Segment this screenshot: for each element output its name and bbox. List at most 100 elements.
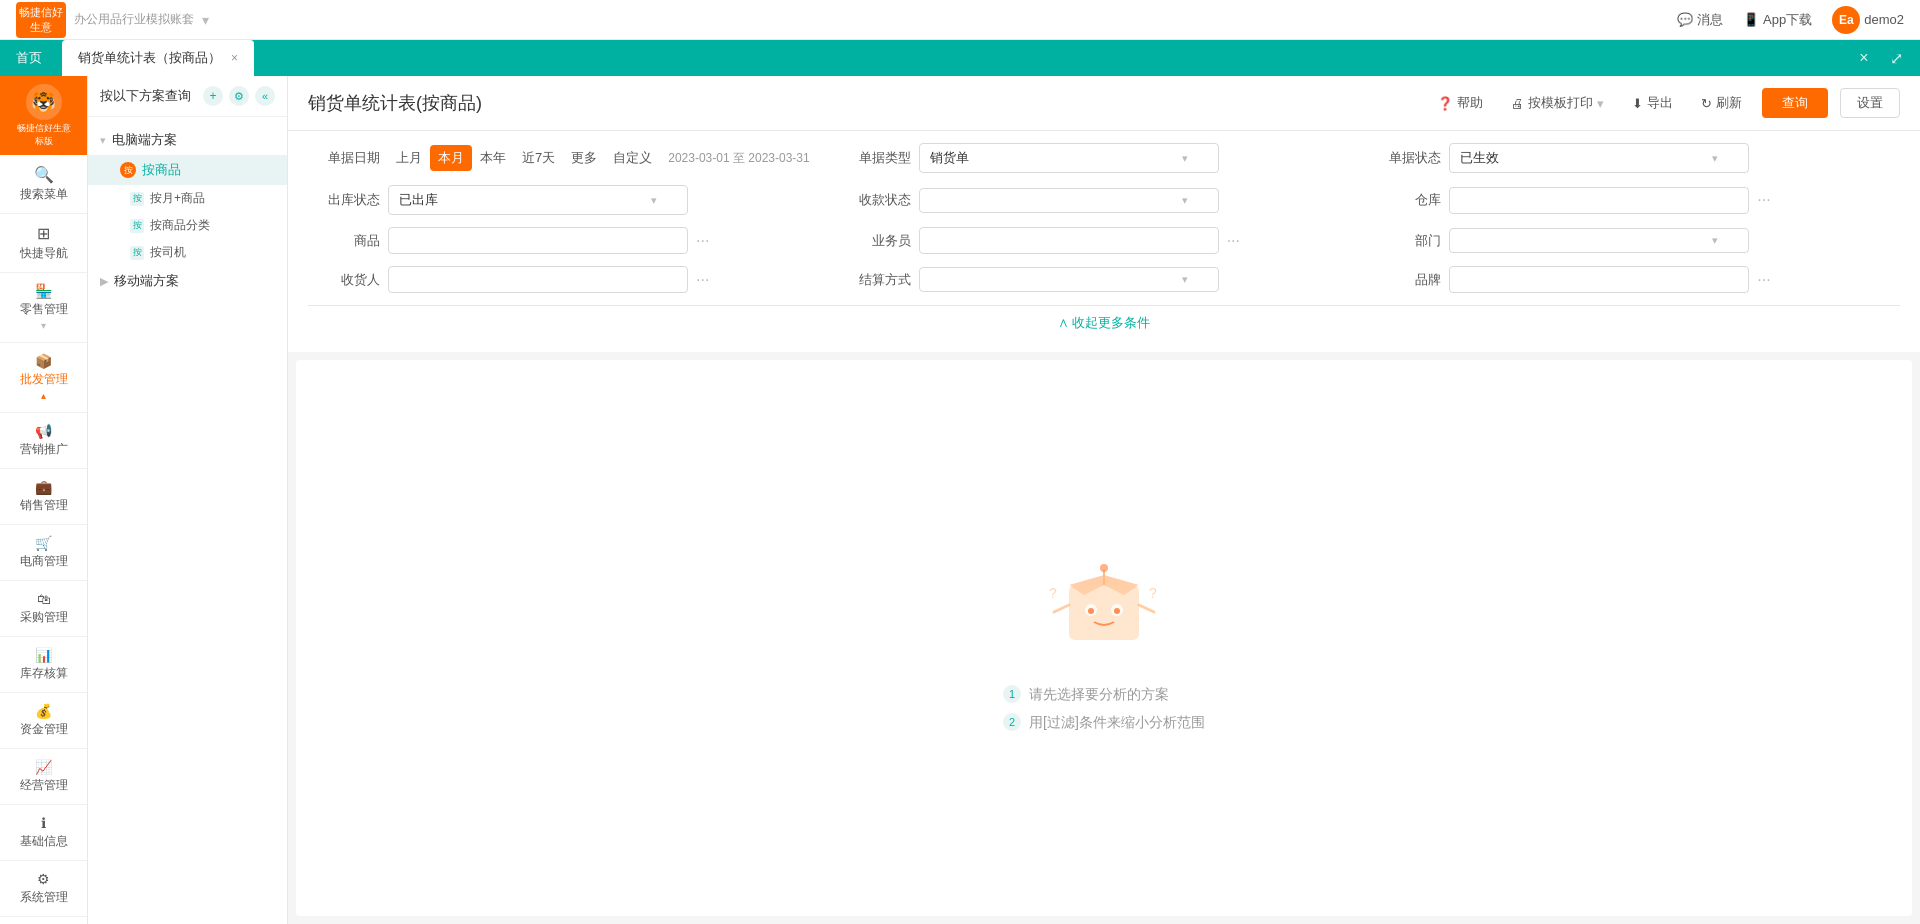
export-icon: ⬇ bbox=[1632, 96, 1643, 111]
user-menu[interactable]: Ea demo2 bbox=[1832, 6, 1904, 34]
avatar: Ea bbox=[1832, 6, 1860, 34]
add-scheme-btn[interactable]: + bbox=[203, 86, 223, 106]
sidebar: 🐯 畅捷信好生意 标版 🔍 搜索菜单 ⊞ 快捷导航 🏪 零售管理 ▾ 📦 批发管… bbox=[0, 76, 88, 924]
retail-icon: 🏪 bbox=[4, 283, 83, 299]
scheme-group-mobile[interactable]: ▶ 移动端方案 bbox=[88, 266, 287, 296]
sidebar-wholesale-label: 批发管理 bbox=[4, 371, 83, 388]
out-status-select[interactable]: 已出库 ▾ bbox=[388, 185, 688, 215]
date-range-display: 2023-03-01 至 2023-03-31 bbox=[668, 150, 809, 167]
tab-home-label: 首页 bbox=[16, 49, 42, 67]
sidebar-item-system[interactable]: ⚙ 系统管理 bbox=[0, 861, 87, 917]
tab-expand[interactable]: ⤢ bbox=[1884, 46, 1908, 70]
preset-this-month[interactable]: 本月 bbox=[430, 145, 472, 171]
scheme-item-label: 按商品 bbox=[142, 161, 181, 179]
tab-report[interactable]: 销货单统计表（按商品） × bbox=[62, 40, 254, 76]
sidebar-management-label: 经营管理 bbox=[4, 777, 83, 794]
logo-emoji: 🐯 bbox=[31, 90, 56, 114]
doc-status-select[interactable]: 已生效 ▾ bbox=[1449, 143, 1749, 173]
query-btn[interactable]: 查询 bbox=[1762, 88, 1828, 118]
preset-this-year[interactable]: 本年 bbox=[472, 145, 514, 171]
recipient-label: 收货人 bbox=[308, 271, 388, 289]
sidebar-item-management[interactable]: 📈 经营管理 bbox=[0, 749, 87, 805]
product-dots[interactable]: ··· bbox=[688, 232, 717, 250]
message-label: 消息 bbox=[1697, 11, 1723, 29]
active-scheme-icon: 按 bbox=[120, 162, 136, 178]
product-label: 商品 bbox=[308, 232, 388, 250]
sidebar-finance-label: 资金管理 bbox=[4, 721, 83, 738]
tab-close-icon[interactable]: × bbox=[231, 51, 238, 65]
preset-7days[interactable]: 近7天 bbox=[514, 145, 563, 171]
scheme-item-driver[interactable]: 按 按司机 bbox=[88, 239, 287, 266]
sidebar-item-marketing[interactable]: 📢 营销推广 bbox=[0, 413, 87, 469]
department-select[interactable]: ▾ bbox=[1449, 228, 1749, 253]
refresh-btn[interactable]: ↻ 刷新 bbox=[1693, 90, 1750, 116]
help-btn[interactable]: ❓ 帮助 bbox=[1429, 90, 1491, 116]
scheme-item-by-product[interactable]: 按 按商品 bbox=[88, 155, 287, 185]
salesperson-input[interactable] bbox=[919, 227, 1219, 254]
empty-tip-1-text: 请先选择要分析的方案 bbox=[1029, 680, 1169, 708]
collapse-filter-btn[interactable]: ∧ 收起更多条件 bbox=[308, 305, 1900, 340]
scheme-group-pc[interactable]: ▾ 电脑端方案 bbox=[88, 125, 287, 155]
svg-text:?: ? bbox=[1149, 585, 1157, 601]
tab-home[interactable]: 首页 bbox=[0, 40, 58, 76]
recipient-input[interactable] bbox=[388, 266, 688, 293]
basicinfo-icon: ℹ bbox=[4, 815, 83, 831]
filter-area: 单据日期 上月 本月 本年 近7天 更多 自定义 2023-03-01 至 20… bbox=[288, 131, 1920, 352]
header-left: 畅捷信好生意 办公用品行业模拟账套 ▾ bbox=[16, 2, 209, 38]
salesperson-control: ··· bbox=[919, 227, 1370, 254]
download-btn[interactable]: 📱 App下载 bbox=[1743, 11, 1812, 29]
mobile-group-expand-icon: ▶ bbox=[100, 275, 108, 288]
sidebar-item-retail[interactable]: 🏪 零售管理 ▾ bbox=[0, 273, 87, 343]
wholesale-icon: 📦 bbox=[4, 353, 83, 369]
settings-scheme-btn[interactable]: ⚙ bbox=[229, 86, 249, 106]
preset-last-month[interactable]: 上月 bbox=[388, 145, 430, 171]
scheme-sub-label-2: 按商品分类 bbox=[150, 217, 210, 234]
out-status-label: 出库状态 bbox=[308, 191, 388, 209]
product-input[interactable] bbox=[388, 227, 688, 254]
export-label: 导出 bbox=[1647, 94, 1673, 112]
sidebar-item-wholesale[interactable]: 📦 批发管理 ▴ bbox=[0, 343, 87, 413]
recipient-dots[interactable]: ··· bbox=[688, 271, 717, 289]
brand-dots[interactable]: ··· bbox=[1749, 271, 1778, 289]
payment-method-control: ▾ bbox=[919, 267, 1370, 292]
tab-close-all[interactable]: × bbox=[1852, 46, 1876, 70]
salesperson-dots[interactable]: ··· bbox=[1219, 232, 1248, 250]
preset-more[interactable]: 更多 bbox=[563, 145, 605, 171]
sidebar-item-inventory[interactable]: 📊 库存核算 bbox=[0, 637, 87, 693]
scheme-item-month-product[interactable]: 按 按月+商品 bbox=[88, 185, 287, 212]
payment-method-label: 结算方式 bbox=[839, 271, 919, 289]
sidebar-item-collab[interactable]: 🤝 企业协同 bbox=[0, 917, 87, 924]
warehouse-label: 仓库 bbox=[1369, 191, 1449, 209]
payment-status-select[interactable]: ▾ bbox=[919, 188, 1219, 213]
payment-status-chevron: ▾ bbox=[1182, 194, 1188, 207]
scheme-item-product-category[interactable]: 按 按商品分类 bbox=[88, 212, 287, 239]
salesperson-label: 业务员 bbox=[839, 232, 919, 250]
department-control: ▾ bbox=[1449, 228, 1900, 253]
sales-icon: 💼 bbox=[4, 479, 83, 495]
sidebar-item-ecommerce[interactable]: 🛒 电商管理 bbox=[0, 525, 87, 581]
warehouse-dots[interactable]: ··· bbox=[1749, 191, 1778, 209]
template-print-btn[interactable]: 🖨 按模板打印 ▾ bbox=[1503, 90, 1612, 116]
sidebar-item-sales[interactable]: 💼 销售管理 bbox=[0, 469, 87, 525]
warehouse-input[interactable] bbox=[1449, 187, 1749, 214]
export-btn[interactable]: ⬇ 导出 bbox=[1624, 90, 1681, 116]
sidebar-item-finance[interactable]: 💰 资金管理 bbox=[0, 693, 87, 749]
tip-num-2: 2 bbox=[1003, 713, 1021, 731]
payment-status-control: ▾ bbox=[919, 188, 1370, 213]
preset-custom[interactable]: 自定义 bbox=[605, 145, 660, 171]
brand-input[interactable] bbox=[1449, 266, 1749, 293]
doc-type-select[interactable]: 销货单 ▾ bbox=[919, 143, 1219, 173]
pc-group-expand-icon: ▾ bbox=[100, 134, 106, 147]
dropdown-icon[interactable]: ▾ bbox=[202, 12, 209, 28]
payment-method-select[interactable]: ▾ bbox=[919, 267, 1219, 292]
settings-btn[interactable]: 设置 bbox=[1840, 88, 1900, 118]
sidebar-item-purchase[interactable]: 🛍 采购管理 bbox=[0, 581, 87, 637]
empty-tip-2: 2 用[过滤]条件来缩小分析范围 bbox=[1003, 708, 1205, 736]
sub-icon-driver: 按 bbox=[130, 246, 144, 260]
message-btn[interactable]: 💬 消息 bbox=[1677, 11, 1723, 29]
download-label: App下载 bbox=[1763, 11, 1812, 29]
sidebar-item-quicknav[interactable]: ⊞ 快捷导航 bbox=[0, 214, 87, 273]
sidebar-item-search[interactable]: 🔍 搜索菜单 bbox=[0, 155, 87, 214]
sidebar-item-basicinfo[interactable]: ℹ 基础信息 bbox=[0, 805, 87, 861]
collapse-panel-btn[interactable]: « bbox=[255, 86, 275, 106]
